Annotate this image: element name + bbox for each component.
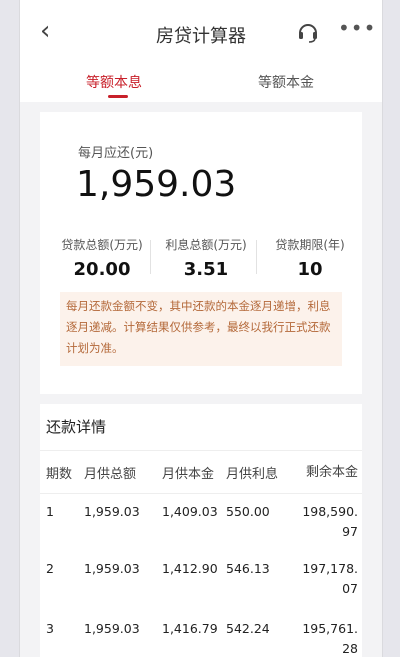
table-cell: 1,409.03	[162, 504, 218, 519]
table-row: 1 1,959.03 1,409.03 550.00 198,590.97	[40, 492, 362, 552]
table-cell: 198,590.97	[302, 504, 358, 539]
table-row: 2 1,959.03 1,412.90 546.13 197,178.07	[40, 556, 362, 616]
stat-label: 利息总额(万元)	[165, 238, 247, 252]
table-cell: 195,761.28	[302, 621, 358, 656]
table-header: 期数 月供总额 月供本金 月供利息 剩余本金	[40, 450, 362, 494]
table-row: 3 1,959.03 1,416.79 542.24 195,761.28	[40, 616, 362, 657]
monthly-payment-value: 1,959.03	[76, 164, 237, 205]
table-cell: 197,178.07	[302, 561, 358, 596]
column-header: 月供利息	[226, 467, 279, 482]
table-cell: 1	[46, 504, 54, 519]
divider	[150, 240, 151, 274]
table-cell: 3	[46, 621, 54, 636]
table-cell: 2	[46, 561, 54, 576]
monthly-payment-label: 每月应还(元)	[78, 146, 154, 161]
divider	[256, 240, 257, 274]
table-cell: 1,416.79	[162, 621, 218, 636]
tab-indicator	[108, 95, 128, 98]
table-cell: 546.13	[226, 561, 270, 576]
column-header: 月供本金	[162, 467, 215, 482]
table-cell: 1,959.03	[84, 561, 140, 576]
page-title: 房贷计算器	[156, 26, 246, 47]
stat-label: 贷款总额(万元)	[61, 238, 143, 252]
repayment-details: 还款详情 期数 月供总额 月供本金 月供利息 剩余本金 1 1,959.03 1…	[40, 404, 362, 657]
column-header: 期数	[46, 467, 73, 482]
tab-equal-principal[interactable]: 等额本金	[258, 72, 314, 92]
headset-icon[interactable]	[296, 20, 320, 44]
stat-label: 贷款期限(年)	[275, 238, 345, 252]
table-cell: 1,959.03	[84, 504, 140, 519]
stat-total-interest: 利息总额(万元) 3.51	[158, 236, 254, 280]
table-cell: 1,959.03	[84, 621, 140, 636]
more-icon[interactable]: •••	[338, 16, 376, 40]
summary-card: 每月应还(元) 1,959.03 贷款总额(万元) 20.00 利息总额(万元)…	[40, 112, 362, 394]
details-title: 还款详情	[46, 418, 107, 436]
tab-equal-installment[interactable]: 等额本息	[86, 72, 142, 92]
stat-loan-amount: 贷款总额(万元) 20.00	[54, 236, 150, 280]
table-cell: 542.24	[226, 621, 270, 636]
column-header: 月供总额	[84, 467, 137, 482]
stat-loan-term: 贷款期限(年) 10	[262, 236, 358, 280]
stat-value: 10	[297, 259, 323, 280]
stat-value: 3.51	[183, 259, 229, 280]
stat-value: 20.00	[73, 259, 131, 280]
table-cell: 1,412.90	[162, 561, 218, 576]
table-cell: 550.00	[226, 504, 270, 519]
navbar: ‹ 房贷计算器 •••	[20, 0, 382, 61]
column-header: 剩余本金	[305, 465, 358, 480]
notice-text: 每月还款金额不变，其中还款的本金逐月递增，利息逐月递减。计算结果仅供参考，最终以…	[60, 292, 342, 366]
tab-bar: 等额本息 等额本金	[20, 60, 382, 102]
phone-screen: ‹ 房贷计算器 ••• 等额本息 等额本金 每月应还(元) 1,959.03 贷…	[19, 0, 383, 657]
